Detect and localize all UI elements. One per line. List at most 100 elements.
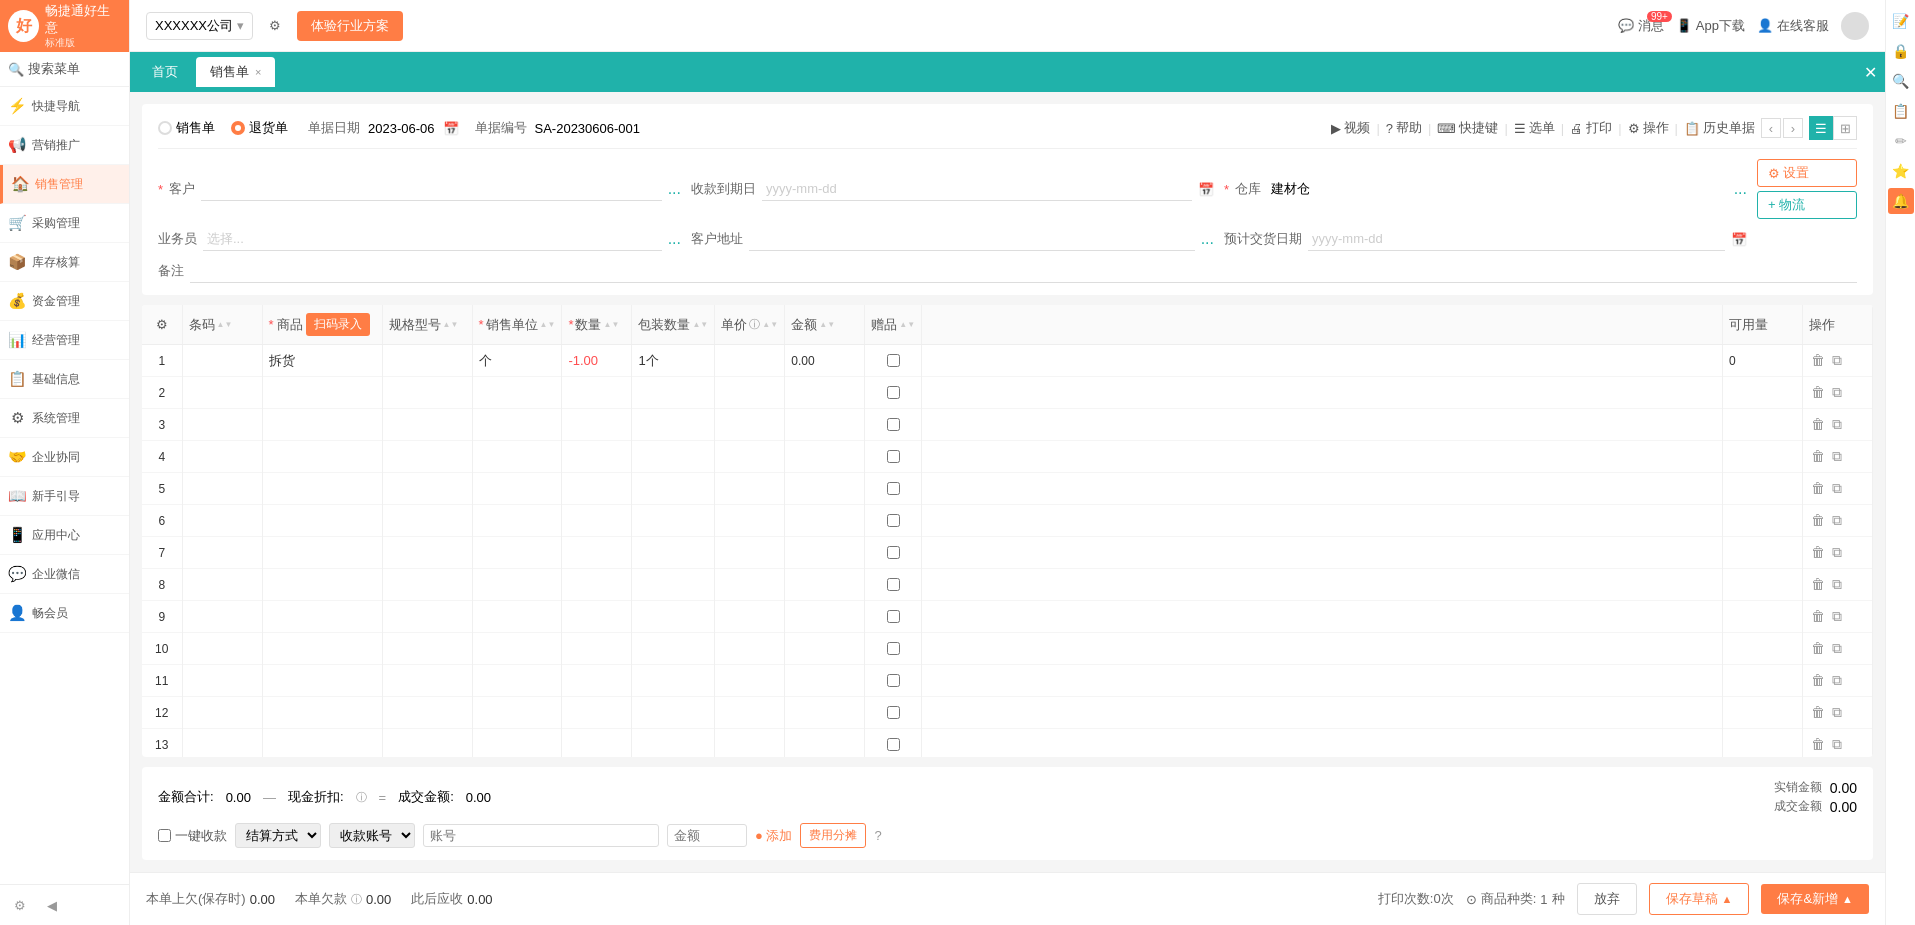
rt-orange-btn[interactable]: 🔔 <box>1888 188 1914 214</box>
product-input[interactable] <box>269 641 376 656</box>
cell-price[interactable] <box>715 473 785 505</box>
history-prev[interactable]: ‹ <box>1761 118 1781 138</box>
barcode-input[interactable] <box>189 609 256 624</box>
cell-pack-qty[interactable] <box>632 537 715 569</box>
copy-row-btn[interactable]: ⧉ <box>1832 416 1842 432</box>
cell-price[interactable] <box>715 601 785 633</box>
expected-date-input[interactable] <box>1308 227 1725 251</box>
salesman-select-dots[interactable]: ... <box>668 230 681 248</box>
barcode-input[interactable] <box>189 705 256 720</box>
cell-product[interactable] <box>262 505 382 537</box>
barcode-input[interactable] <box>189 481 256 496</box>
sidebar-item-guide[interactable]: 📖 新手引导 <box>0 477 129 516</box>
delete-row-btn[interactable]: 🗑 <box>1811 608 1825 624</box>
cell-product[interactable] <box>262 441 382 473</box>
delete-row-btn[interactable]: 🗑 <box>1811 672 1825 688</box>
unit-input[interactable] <box>479 513 556 528</box>
cell-product[interactable] <box>262 665 382 697</box>
gift-checkbox[interactable] <box>887 418 900 431</box>
cell-unit[interactable] <box>472 441 562 473</box>
product-input[interactable] <box>269 673 376 688</box>
cell-product[interactable] <box>262 345 382 377</box>
collect-date-input[interactable] <box>762 177 1192 201</box>
cell-barcode[interactable] <box>182 729 262 758</box>
qty-input[interactable] <box>568 449 625 464</box>
cell-price[interactable] <box>715 697 785 729</box>
cell-spec[interactable] <box>382 537 472 569</box>
price-input[interactable] <box>721 673 778 688</box>
price-input[interactable] <box>721 417 778 432</box>
copy-row-btn[interactable]: ⧉ <box>1832 352 1842 368</box>
sidebar-search[interactable]: 🔍 搜索菜单 <box>0 52 129 87</box>
cell-unit[interactable] <box>472 345 562 377</box>
cell-product[interactable] <box>262 633 382 665</box>
rt-note-btn[interactable]: 📝 <box>1888 8 1914 34</box>
cell-qty[interactable] <box>562 729 632 758</box>
logistics-button[interactable]: + 物流 <box>1757 191 1857 219</box>
unit-input[interactable] <box>479 641 556 656</box>
spec-input[interactable] <box>389 673 466 688</box>
pack-qty-input[interactable] <box>638 385 708 400</box>
cell-price[interactable] <box>715 505 785 537</box>
price-input[interactable] <box>721 737 778 752</box>
cell-spec[interactable] <box>382 633 472 665</box>
barcode-input[interactable] <box>189 417 256 432</box>
price-input[interactable] <box>721 353 778 368</box>
sidebar-collapse-icon[interactable]: ◀ <box>40 893 64 917</box>
cell-pack-qty[interactable] <box>632 665 715 697</box>
copy-row-btn[interactable]: ⧉ <box>1832 736 1842 752</box>
pay-account-select[interactable]: 收款账号 <box>329 823 415 848</box>
cell-barcode[interactable] <box>182 633 262 665</box>
delete-row-btn[interactable]: 🗑 <box>1811 448 1825 464</box>
pack-qty-input[interactable] <box>638 481 708 496</box>
cell-product[interactable] <box>262 697 382 729</box>
spec-input[interactable] <box>389 449 466 464</box>
pack-qty-input[interactable] <box>638 449 708 464</box>
pack-qty-input[interactable] <box>638 353 708 368</box>
cell-qty[interactable] <box>562 441 632 473</box>
barcode-input[interactable] <box>189 673 256 688</box>
pack-qty-input[interactable] <box>638 545 708 560</box>
cell-spec[interactable] <box>382 729 472 758</box>
cell-qty[interactable] <box>562 633 632 665</box>
barcode-input[interactable] <box>189 353 256 368</box>
cell-pack-qty[interactable] <box>632 409 715 441</box>
barcode-input[interactable] <box>189 577 256 592</box>
product-input[interactable] <box>269 449 376 464</box>
cell-price[interactable] <box>715 665 785 697</box>
rt-star-btn[interactable]: ⭐ <box>1888 158 1914 184</box>
add-payment-btn[interactable]: ● 添加 <box>755 827 792 845</box>
pack-qty-input[interactable] <box>638 577 708 592</box>
sidebar-item-system[interactable]: ⚙ 系统管理 <box>0 399 129 438</box>
cell-qty[interactable] <box>562 505 632 537</box>
barcode-input[interactable] <box>189 737 256 752</box>
cell-unit[interactable] <box>472 537 562 569</box>
cell-spec[interactable] <box>382 601 472 633</box>
pack-qty-input[interactable] <box>638 705 708 720</box>
account-number-input[interactable] <box>423 824 659 847</box>
cell-barcode[interactable] <box>182 345 262 377</box>
payment-amount-input[interactable] <box>667 824 747 847</box>
cell-qty[interactable] <box>562 665 632 697</box>
delete-row-btn[interactable]: 🗑 <box>1811 512 1825 528</box>
price-input[interactable] <box>721 481 778 496</box>
qty-input[interactable] <box>568 577 625 592</box>
unit-input[interactable] <box>479 481 556 496</box>
radio-sale-order[interactable]: 销售单 <box>158 119 215 137</box>
qty-input[interactable] <box>568 705 625 720</box>
radio-return-order[interactable]: 退货单 <box>231 119 288 137</box>
cell-spec[interactable] <box>382 377 472 409</box>
gift-checkbox[interactable] <box>887 642 900 655</box>
spec-input[interactable] <box>389 417 466 432</box>
cell-spec[interactable] <box>382 697 472 729</box>
cell-unit[interactable] <box>472 505 562 537</box>
delete-row-btn[interactable]: 🗑 <box>1811 736 1825 752</box>
product-input[interactable] <box>269 417 376 432</box>
cell-qty[interactable] <box>562 345 632 377</box>
delete-row-btn[interactable]: 🗑 <box>1811 576 1825 592</box>
unit-input[interactable] <box>479 417 556 432</box>
unit-input[interactable] <box>479 449 556 464</box>
cell-qty[interactable] <box>562 473 632 505</box>
rt-search-btn[interactable]: 🔍 <box>1888 68 1914 94</box>
pack-qty-input[interactable] <box>638 609 708 624</box>
